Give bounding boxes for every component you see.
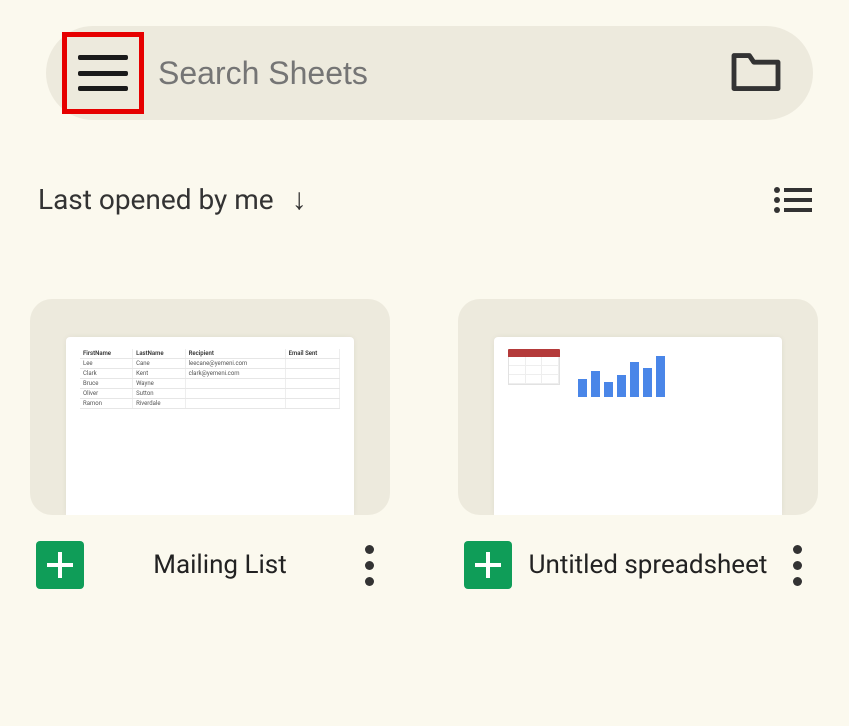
sort-row: Last opened by me ↓ <box>0 120 849 217</box>
preview-table: FirstNameLastNameRecipientEmail Sent Lee… <box>80 349 340 409</box>
file-card[interactable]: FirstNameLastNameRecipientEmail Sent Lee… <box>30 299 390 589</box>
file-grid: FirstNameLastNameRecipientEmail Sent Lee… <box>0 217 849 589</box>
search-input[interactable] <box>158 55 729 92</box>
file-name: Mailing List <box>98 549 342 582</box>
more-options-icon[interactable] <box>356 545 382 586</box>
folder-icon[interactable] <box>729 49 783 97</box>
sort-arrow-down-icon[interactable]: ↓ <box>292 182 307 217</box>
menu-button-highlight <box>62 32 144 114</box>
file-thumbnail: FirstNameLastNameRecipientEmail Sent Lee… <box>30 299 390 515</box>
list-view-icon[interactable] <box>773 185 813 215</box>
file-thumbnail <box>458 299 818 515</box>
sheets-app-icon <box>36 541 84 589</box>
more-options-icon[interactable] <box>784 545 810 586</box>
file-card[interactable]: Untitled spreadsheet <box>458 299 818 589</box>
preview-mini-sheet <box>508 349 560 397</box>
sort-label[interactable]: Last opened by me <box>38 183 274 216</box>
sheets-app-icon <box>464 541 512 589</box>
file-name: Untitled spreadsheet <box>526 549 770 582</box>
menu-icon[interactable] <box>78 55 128 91</box>
preview-chart <box>578 349 665 397</box>
search-bar <box>46 26 813 120</box>
file-footer: Mailing List <box>30 515 390 589</box>
file-footer: Untitled spreadsheet <box>458 515 818 589</box>
